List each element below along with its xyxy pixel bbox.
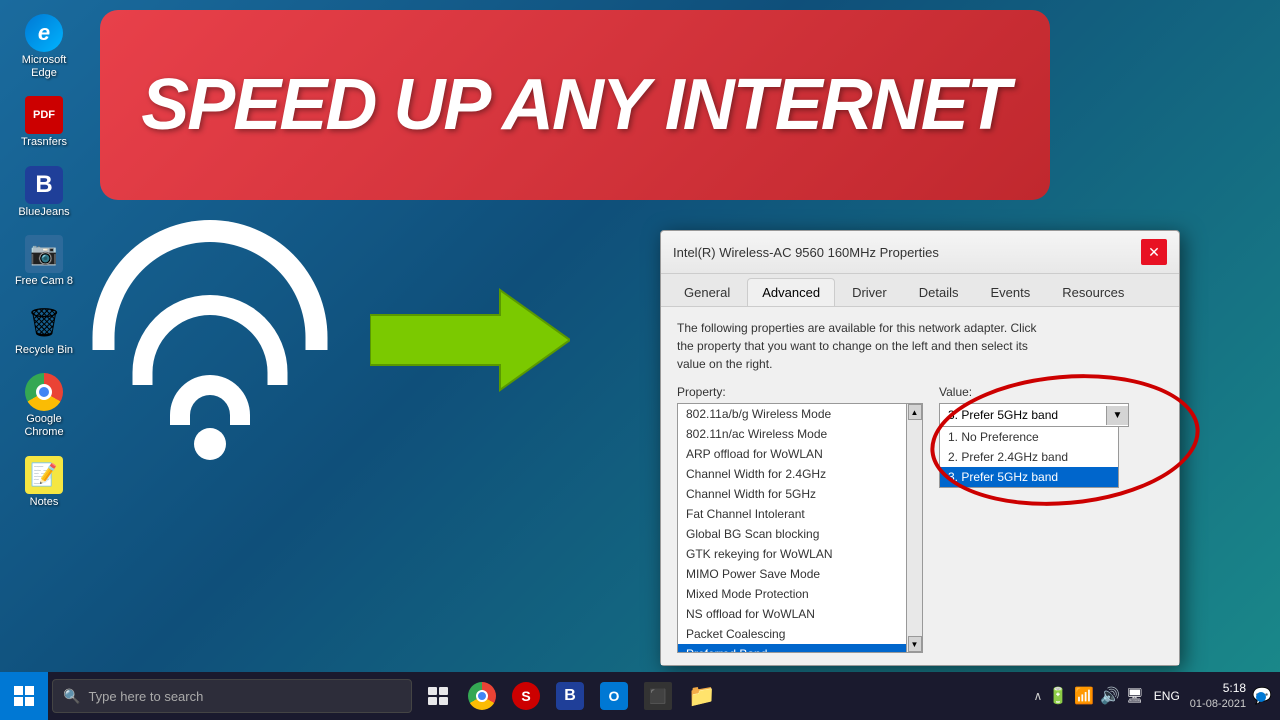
property-item-9[interactable]: Mixed Mode Protection [678,584,906,604]
value-label: Value: [939,385,1163,399]
tab-driver[interactable]: Driver [837,278,902,306]
property-item-10[interactable]: NS offload for WoWLAN [678,604,906,624]
recycle-icon: 🗑 [25,304,63,342]
property-item-6[interactable]: Global BG Scan blocking [678,524,906,544]
freecam-icon: 📷 [25,235,63,273]
property-scrollbar[interactable]: ▲ ▼ [907,403,923,653]
chrome-center [476,690,488,702]
property-item-2[interactable]: ARP offload for WoWLAN [678,444,906,464]
taskbar-system-tray: ∧ 🔋 📶 🔊 🖥 ENG 5:18 01-08-2021 💬 [1033,681,1280,711]
chrome-icon [25,373,63,411]
desktop-icon-transfers[interactable]: PDF Trasnfers [8,92,80,153]
value-section: Value: 3. Prefer 5GHz band ▼ 1. No Prefe… [939,385,1163,653]
clock-time: 5:18 [1190,681,1246,697]
dropdown-chevron-icon[interactable]: ▼ [1106,406,1128,425]
dialog-title: Intel(R) Wireless-AC 9560 160MHz Propert… [673,245,939,260]
value-dropdown-display[interactable]: 3. Prefer 5GHz band ▼ [939,403,1129,427]
edge-label: Microsoft Edge [12,54,76,80]
search-icon: 🔍 [63,688,80,705]
search-placeholder-text: Type here to search [88,689,203,704]
taskbar-outlook-button[interactable]: O [592,674,636,718]
tab-advanced[interactable]: Advanced [747,278,835,306]
green-arrow [370,280,570,405]
dialog-content: Property: 802.11a/b/g Wireless Mode 802.… [677,385,1163,653]
taskbar-search-bar[interactable]: 🔍 Type here to search [52,679,412,713]
taskbar-app5-icon: ⬛ [644,682,672,710]
edge-icon: e [25,14,63,52]
tab-events[interactable]: Events [976,278,1046,306]
option-prefer-5ghz[interactable]: 3. Prefer 5GHz band [940,467,1118,487]
network-icon: 📶 [1074,686,1094,706]
wifi-graphic [60,200,360,480]
taskbar-app5-button[interactable]: ⬛ [636,674,680,718]
property-label: Property: [677,385,923,399]
property-item-3[interactable]: Channel Width for 2.4GHz [678,464,906,484]
taskbar-outlook-icon: O [600,682,628,710]
speed-banner: SPEED UP ANY INTERNET [100,10,1050,200]
notes-label: Notes [30,496,59,509]
desktop-icon-edge[interactable]: e Microsoft Edge [8,10,80,84]
scrollbar-up[interactable]: ▲ [908,404,922,420]
volume-icon: 🔊 [1100,686,1120,706]
taskbar-clock[interactable]: 5:18 01-08-2021 [1190,681,1246,711]
notes-icon: 📝 [25,456,63,494]
property-item-preferred-band[interactable]: Preferred Band [678,644,906,653]
property-list-wrapper: 802.11a/b/g Wireless Mode 802.11n/ac Wir… [677,403,923,653]
dialog-body: The following properties are available f… [661,307,1179,665]
option-prefer-24ghz[interactable]: 2. Prefer 2.4GHz band [940,447,1118,467]
taskbar-security-icon: S [512,682,540,710]
desktop: e Microsoft Edge PDF Trasnfers B BlueJea… [0,0,1280,720]
chrome-inner [36,384,52,400]
clock-date: 01-08-2021 [1190,697,1246,711]
option-no-preference[interactable]: 1. No Preference [940,427,1118,447]
dialog-titlebar: Intel(R) Wireless-AC 9560 160MHz Propert… [661,231,1179,274]
dialog-tabs: General Advanced Driver Details Events R… [661,274,1179,307]
notification-badge [1256,692,1266,702]
taskbar-bluejeans-button[interactable]: B [548,674,592,718]
value-current: 3. Prefer 5GHz band [940,404,1106,426]
properties-dialog: Intel(R) Wireless-AC 9560 160MHz Propert… [660,230,1180,666]
battery-icon: 🔋 [1048,686,1068,706]
taskbar-files-button[interactable]: 📁 [680,674,724,718]
banner-text: SPEED UP ANY INTERNET [141,64,1009,146]
property-item-4[interactable]: Channel Width for 5GHz [678,484,906,504]
monitor-icon: 🖥 [1126,687,1144,704]
taskbar-chrome-icon [468,682,496,710]
taskbar: 🔍 Type here to search S [0,672,1280,720]
bluejeans-icon: B [25,166,63,204]
scrollbar-thumb [907,420,922,636]
dialog-close-button[interactable]: ✕ [1141,239,1167,265]
taskbar-files-icon: 📁 [688,682,716,710]
taskview-button[interactable] [416,674,460,718]
property-list[interactable]: 802.11a/b/g Wireless Mode 802.11n/ac Wir… [677,403,907,653]
language-indicator[interactable]: ENG [1150,689,1184,703]
property-item-0[interactable]: 802.11a/b/g Wireless Mode [678,404,906,424]
property-item-1[interactable]: 802.11n/ac Wireless Mode [678,424,906,444]
tray-icons: ∧ 🔋 📶 🔊 🖥 [1033,686,1143,706]
tab-general[interactable]: General [669,278,745,306]
transfers-label: Trasnfers [21,136,67,149]
taskview-icon [424,682,452,710]
taskbar-chrome-button[interactable] [460,674,504,718]
taskbar-security-button[interactable]: S [504,674,548,718]
property-item-11[interactable]: Packet Coalescing [678,624,906,644]
property-item-5[interactable]: Fat Channel Intolerant [678,504,906,524]
tab-details[interactable]: Details [904,278,974,306]
wifi-dot [194,428,226,460]
tray-up-arrow-icon[interactable]: ∧ [1033,689,1042,703]
tab-resources[interactable]: Resources [1047,278,1139,306]
notification-button[interactable]: 💬 [1252,686,1272,706]
property-item-7[interactable]: GTK rekeying for WoWLAN [678,544,906,564]
value-dropdown-list: 1. No Preference 2. Prefer 2.4GHz band 3… [939,427,1119,488]
dialog-description: The following properties are available f… [677,319,1163,373]
value-dropdown-container: 3. Prefer 5GHz band ▼ 1. No Preference 2… [939,403,1163,427]
windows-icon [14,686,34,706]
scrollbar-down[interactable]: ▼ [908,636,922,652]
taskbar-bj-icon: B [556,682,584,710]
taskbar-app-icons: S B O ⬛ [416,674,724,718]
property-section: Property: 802.11a/b/g Wireless Mode 802.… [677,385,923,653]
start-button[interactable] [0,672,48,720]
property-item-8[interactable]: MIMO Power Save Mode [678,564,906,584]
pdf-icon: PDF [25,96,63,134]
